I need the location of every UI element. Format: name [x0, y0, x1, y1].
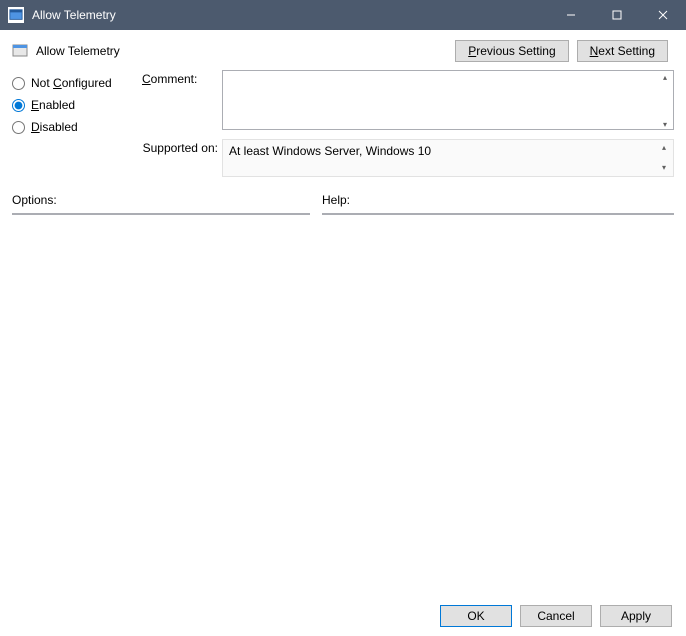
state-radios: Not Configured Enabled Disabled [12, 70, 132, 183]
supported-on-box: At least Windows Server, Windows 10 ▴▾ [222, 139, 674, 177]
mid-area: Options: 1 - Basic ▾ 0 - Security [Enter… [0, 187, 686, 215]
policy-title: Allow Telemetry [36, 44, 455, 58]
window-title: Allow Telemetry [32, 8, 548, 22]
options-label: Options: [12, 193, 310, 213]
radio-disabled-label: Disabled [31, 120, 78, 134]
maximize-button[interactable] [594, 0, 640, 30]
help-panel: setting values of 0 or 1 will degrade ce… [322, 213, 674, 215]
apply-button[interactable]: Apply [600, 605, 672, 627]
radio-enabled[interactable]: Enabled [12, 98, 132, 112]
scroll-up-button[interactable] [656, 214, 673, 215]
comment-input[interactable] [222, 70, 674, 130]
supported-scroll-carets: ▴▾ [659, 144, 669, 172]
comment-label: Comment: [142, 70, 222, 133]
radio-disabled-input[interactable] [12, 121, 25, 134]
top-form: Not Configured Enabled Disabled Comment:… [0, 64, 686, 187]
next-setting-button[interactable]: Next Setting [577, 40, 668, 62]
radio-disabled[interactable]: Disabled [12, 120, 132, 134]
radio-not-configured-label: Not Configured [31, 76, 112, 90]
header: Allow Telemetry Previous Setting Next Se… [0, 30, 686, 64]
cancel-button[interactable]: Cancel [520, 605, 592, 627]
supported-label: Supported on: [142, 139, 222, 177]
help-label: Help: [322, 193, 674, 213]
policy-icon [12, 43, 28, 59]
minimize-button[interactable] [548, 0, 594, 30]
help-text: setting values of 0 or 1 will degrade ce… [323, 214, 656, 215]
previous-setting-button[interactable]: Previous Setting [455, 40, 568, 62]
ok-button[interactable]: OK [440, 605, 512, 627]
footer: OK Cancel Apply [0, 596, 686, 636]
supported-on-value: At least Windows Server, Windows 10 [229, 144, 431, 158]
app-icon [8, 7, 24, 23]
radio-not-configured[interactable]: Not Configured [12, 76, 132, 90]
options-panel: 1 - Basic ▾ 0 - Security [Enterprise Onl… [12, 213, 310, 215]
radio-not-configured-input[interactable] [12, 77, 25, 90]
close-button[interactable] [640, 0, 686, 30]
radio-enabled-label: Enabled [31, 98, 75, 112]
radio-enabled-input[interactable] [12, 99, 25, 112]
title-bar: Allow Telemetry [0, 0, 686, 30]
